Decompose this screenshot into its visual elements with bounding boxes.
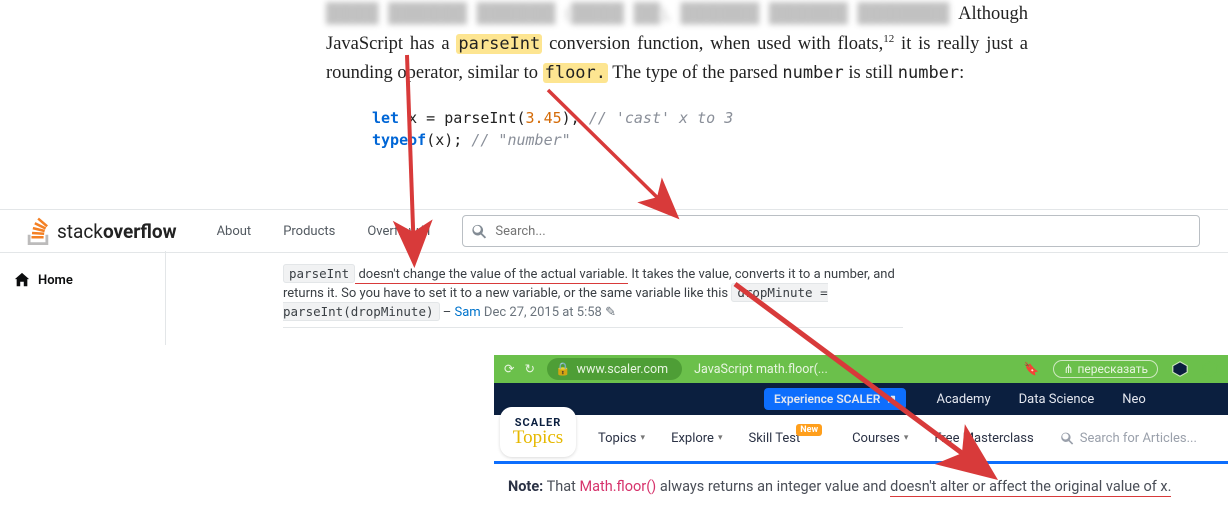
stackoverflow-icon — [25, 217, 51, 245]
nav-about[interactable]: About — [217, 224, 252, 239]
scaler-topics-logo[interactable]: SCALERTopics — [500, 407, 576, 457]
nav-products[interactable]: Products — [283, 224, 335, 239]
extension-icon-1[interactable] — [1172, 361, 1188, 377]
experience-scaler-button[interactable]: Experience SCALER↗ — [764, 388, 906, 410]
search-icon — [1060, 431, 1074, 445]
refresh-icon[interactable]: ↻ — [524, 361, 534, 377]
search-box[interactable] — [462, 215, 1200, 247]
url-host: www.scaler.com — [577, 362, 669, 377]
scaler-menu-bar: Topics▾ Explore▾ Skill TestNew Courses▾ … — [494, 415, 1228, 464]
bookmark-icon[interactable]: 🔖 — [1024, 362, 1040, 377]
search-input[interactable] — [493, 223, 1191, 240]
sidebar-home-label: Home — [38, 273, 73, 288]
stackoverflow-header: stackoverflow About Products OverflowAI — [0, 209, 1228, 253]
stackoverflow-comment: parseInt doesn't change the value of the… — [283, 265, 903, 323]
menu-explore[interactable]: Explore▾ — [671, 431, 722, 446]
search-icon — [471, 223, 487, 239]
topnav-data-science[interactable]: Data Science — [1019, 392, 1095, 407]
highlight-parseint: parseInt — [456, 34, 542, 54]
lock-icon: 🔒 — [555, 362, 571, 377]
comment-author-link[interactable]: Sam — [455, 305, 481, 320]
retell-badge[interactable]: ⋔ пересказать — [1053, 360, 1158, 378]
scaler-search[interactable]: Search for Articles... — [1060, 431, 1197, 446]
nav-overflowai[interactable]: OverflowAI — [367, 224, 430, 239]
reload-icon[interactable]: ⟳ — [504, 361, 514, 377]
brand-overflow: overflow — [103, 220, 177, 243]
address-pill[interactable]: 🔒 www.scaler.com — [547, 358, 682, 380]
chevron-down-icon: ▾ — [718, 433, 723, 443]
comment-date: Dec 27, 2015 at 5:58 — [481, 305, 602, 320]
comment-underlined: doesn't change the value of the actual v… — [355, 267, 628, 284]
note-paragraph: Note: That Math.floor() always returns a… — [494, 464, 1228, 503]
menu-topics[interactable]: Topics▾ — [598, 431, 645, 446]
highlight-floor: floor. — [543, 63, 608, 83]
menu-courses[interactable]: Courses▾ — [852, 431, 908, 446]
book-excerpt: ████ ██████ ██████ (████ ██), ██████ ███… — [326, 0, 1028, 89]
home-icon — [14, 272, 30, 288]
browser-url-bar: ⟳ ↻ 🔒 www.scaler.com JavaScript math.flo… — [494, 355, 1228, 383]
stackoverflow-sidebar: Home — [0, 251, 166, 345]
comment-code-parseint: parseInt — [283, 264, 355, 283]
topnav-neo[interactable]: Neo — [1122, 392, 1146, 407]
chevron-down-icon: ▾ — [904, 433, 909, 443]
topnav-academy[interactable]: Academy — [936, 392, 990, 407]
brand-stack: stack — [57, 220, 103, 243]
note-label: Note: — [508, 478, 543, 495]
edit-icon[interactable]: ✎ — [605, 305, 616, 320]
chevron-down-icon: ▾ — [641, 433, 646, 443]
scaler-top-nav: Experience SCALER↗ Academy Data Science … — [494, 383, 1228, 415]
code-sample: let x = parseInt(3.45); // 'cast' x to 3… — [372, 108, 892, 152]
note-underlined: doesn't alter or affect the original val… — [890, 478, 1171, 497]
footnote-marker: 12 — [883, 32, 894, 44]
extension-icon-2[interactable] — [1202, 361, 1218, 377]
browser-window: ⟳ ↻ 🔒 www.scaler.com JavaScript math.flo… — [494, 355, 1228, 503]
menu-free-masterclass[interactable]: Free Masterclass — [934, 431, 1033, 446]
redacted-text: ████ ██████ ██████ (████ ██), ██████ ███… — [326, 4, 949, 24]
menu-skill-test[interactable]: Skill TestNew — [749, 431, 827, 446]
stackoverflow-logo[interactable]: stackoverflow — [25, 217, 177, 245]
sidebar-item-home[interactable]: Home — [0, 265, 165, 295]
tab-title: JavaScript math.floor(... — [694, 362, 828, 377]
mathfloor-link[interactable]: Math.floor() — [579, 478, 656, 495]
scaler-search-placeholder: Search for Articles... — [1080, 431, 1197, 446]
comment-divider — [283, 326, 903, 328]
new-badge: New — [796, 424, 822, 436]
